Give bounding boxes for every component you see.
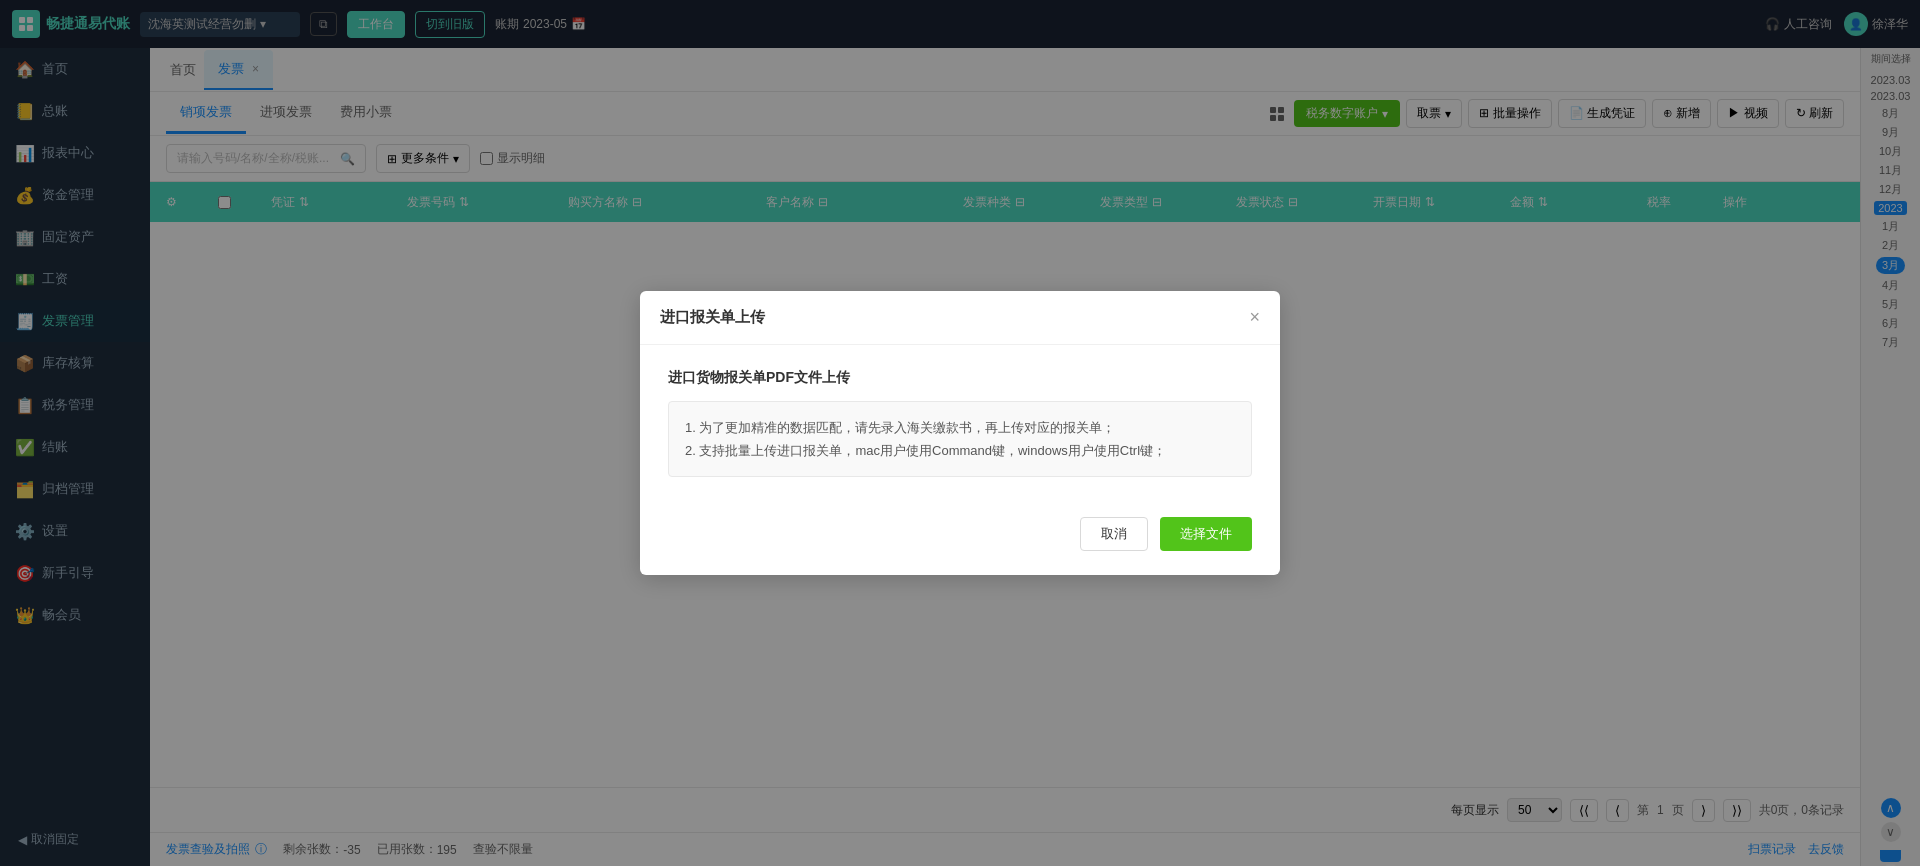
import-customs-modal: 进口报关单上传 × 进口货物报关单PDF文件上传 1. 为了更加精准的数据匹配，… xyxy=(640,291,1280,576)
modal-footer: 取消 选择文件 xyxy=(640,501,1280,575)
modal-section-title: 进口货物报关单PDF文件上传 xyxy=(668,369,1252,387)
modal-title: 进口报关单上传 xyxy=(660,308,765,327)
modal-info-item-1: 1. 为了更加精准的数据匹配，请先录入海关缴款书，再上传对应的报关单； xyxy=(685,416,1235,439)
modal-info-box: 1. 为了更加精准的数据匹配，请先录入海关缴款书，再上传对应的报关单； 2. 支… xyxy=(668,401,1252,478)
modal-overlay[interactable]: 进口报关单上传 × 进口货物报关单PDF文件上传 1. 为了更加精准的数据匹配，… xyxy=(0,0,1920,866)
modal-body: 进口货物报关单PDF文件上传 1. 为了更加精准的数据匹配，请先录入海关缴款书，… xyxy=(640,345,1280,502)
modal-header: 进口报关单上传 × xyxy=(640,291,1280,345)
modal-cancel-button[interactable]: 取消 xyxy=(1080,517,1148,551)
modal-close-button[interactable]: × xyxy=(1249,307,1260,328)
modal-select-file-button[interactable]: 选择文件 xyxy=(1160,517,1252,551)
modal-info-item-2: 2. 支持批量上传进口报关单，mac用户使用Command键，windows用户… xyxy=(685,439,1235,462)
